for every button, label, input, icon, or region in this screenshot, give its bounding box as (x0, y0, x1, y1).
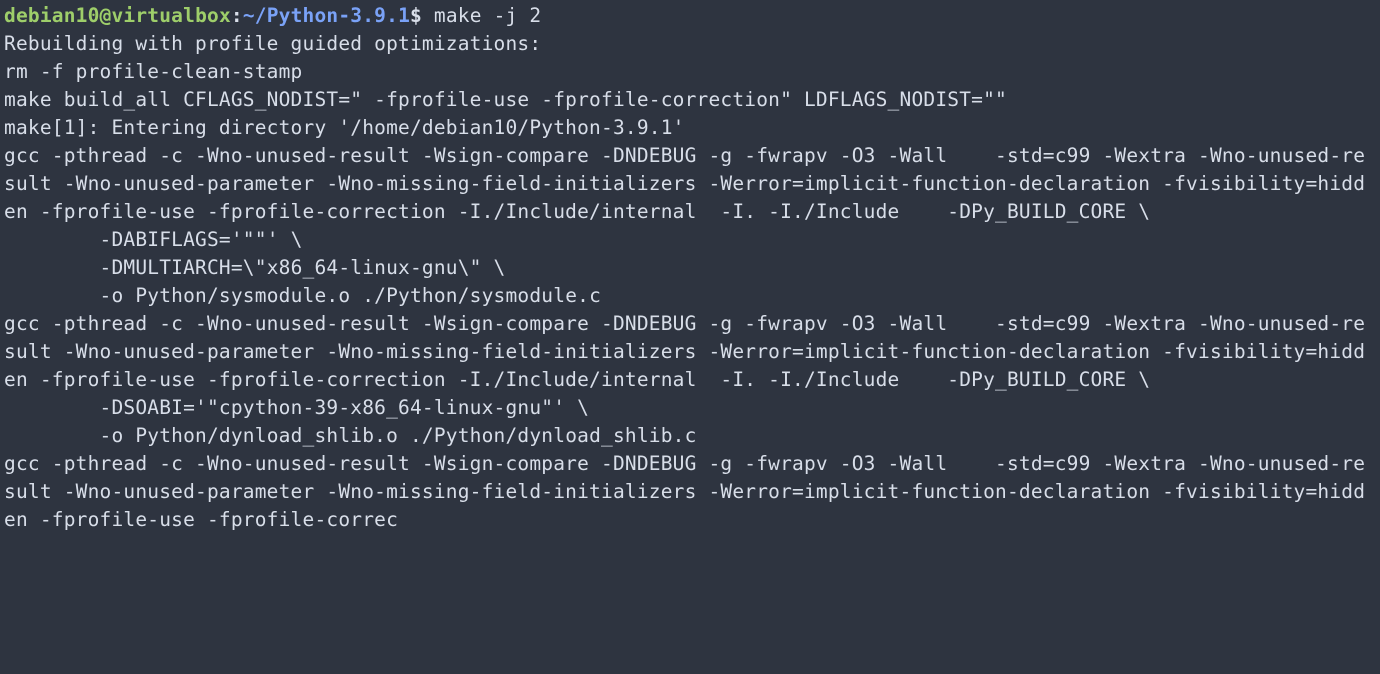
prompt-line: debian10@virtualbox:~/Python-3.9.1$ make… (4, 2, 1376, 30)
output-line: make[1]: Entering directory '/home/debia… (4, 114, 1376, 142)
output-line: -DSOABI='"cpython-39-x86_64-linux-gnu"' … (4, 394, 1376, 422)
output-line: make build_all CFLAGS_NODIST=" -fprofile… (4, 86, 1376, 114)
output-line: gcc -pthread -c -Wno-unused-result -Wsig… (4, 142, 1376, 226)
output-line: Rebuilding with profile guided optimizat… (4, 30, 1376, 58)
output-line: -o Python/dynload_shlib.o ./Python/dynlo… (4, 422, 1376, 450)
output-line: rm -f profile-clean-stamp (4, 58, 1376, 86)
prompt-path: ~/Python-3.9.1 (243, 4, 410, 27)
terminal-output[interactable]: debian10@virtualbox:~/Python-3.9.1$ make… (0, 0, 1380, 674)
prompt-colon: : (231, 4, 243, 27)
prompt-command: make -j 2 (422, 4, 541, 27)
output-line: -DABIFLAGS='""' \ (4, 226, 1376, 254)
prompt-user: debian10 (4, 4, 100, 27)
prompt-at: @ (100, 4, 112, 27)
output-line: -DMULTIARCH=\"x86_64-linux-gnu\" \ (4, 254, 1376, 282)
prompt-dollar: $ (410, 4, 422, 27)
output-line: gcc -pthread -c -Wno-unused-result -Wsig… (4, 310, 1376, 394)
output-line: -o Python/sysmodule.o ./Python/sysmodule… (4, 282, 1376, 310)
prompt-host: virtualbox (111, 4, 230, 27)
output-line: gcc -pthread -c -Wno-unused-result -Wsig… (4, 450, 1376, 534)
